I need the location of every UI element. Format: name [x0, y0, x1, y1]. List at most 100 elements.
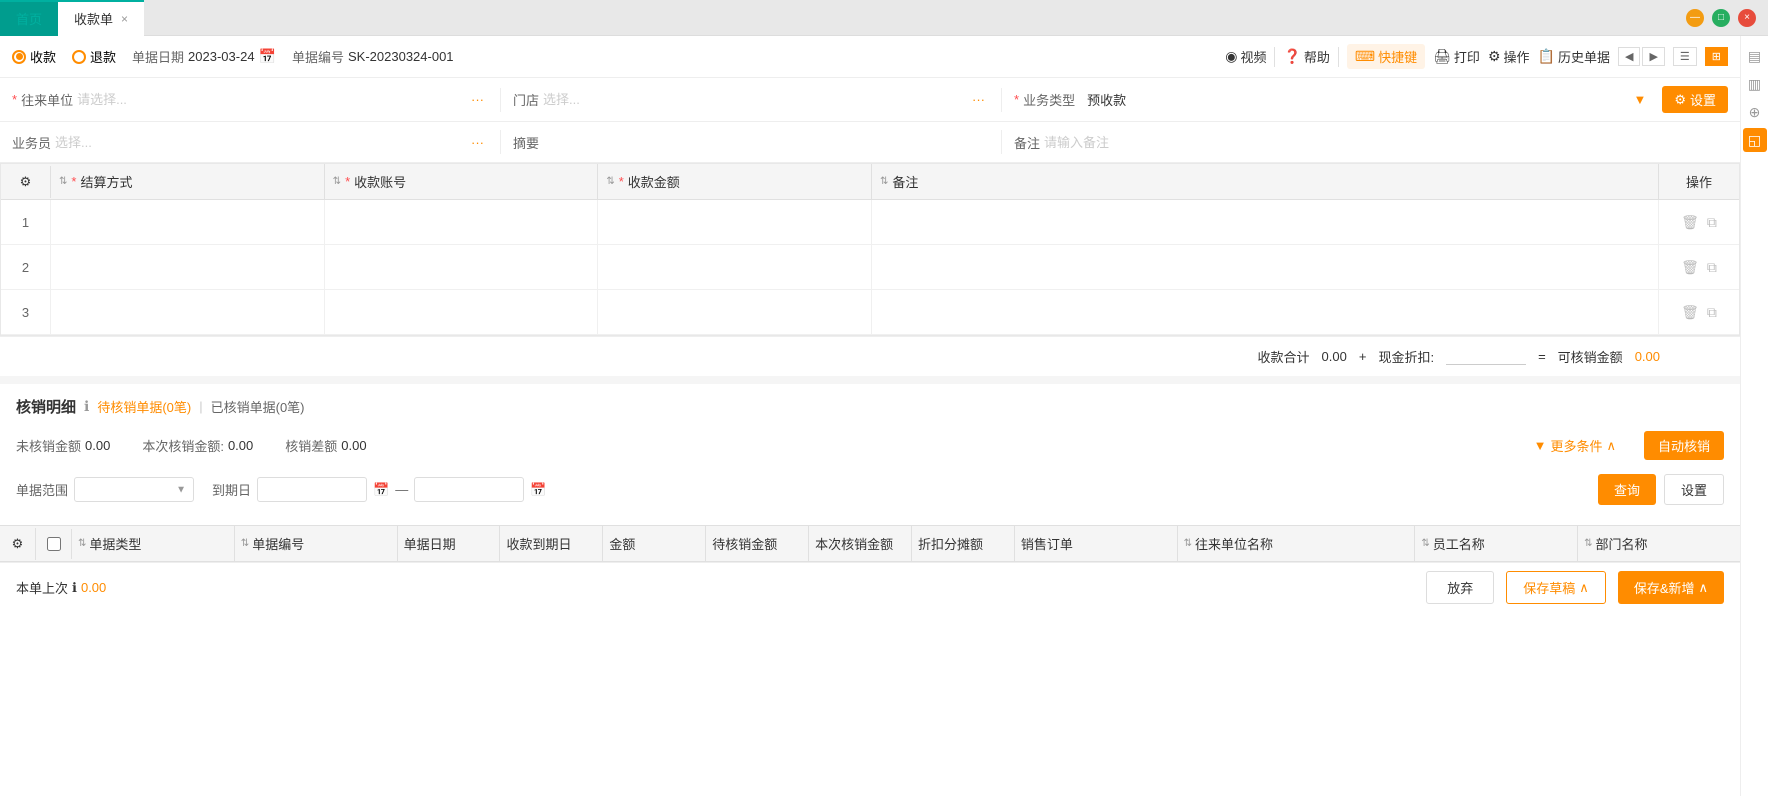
store-more-btn[interactable]: ···	[968, 92, 989, 107]
bill-range-select[interactable]	[74, 477, 194, 502]
row-2-settlement[interactable]	[51, 245, 325, 289]
bth-pending-label: 待核销金额	[712, 534, 777, 553]
date-to-input[interactable]: 2022-04-12	[414, 477, 524, 502]
operation-button[interactable]: ⚙ 操作	[1488, 47, 1530, 66]
row-3-remark[interactable]	[872, 290, 1659, 334]
minimize-button[interactable]: —	[1686, 9, 1704, 27]
discount-input[interactable]	[1446, 349, 1526, 365]
bth-sales-order: 销售订单	[1015, 526, 1178, 561]
bth-sales-order-label: 销售订单	[1021, 534, 1073, 553]
help-button[interactable]: ❓ 帮助	[1283, 47, 1329, 66]
sort-icon-amount: ⇅	[606, 176, 614, 187]
sidebar-expand-icon[interactable]: ◱	[1743, 128, 1767, 152]
maximize-button[interactable]: □	[1712, 9, 1730, 27]
tab-home[interactable]: 首页	[0, 0, 58, 36]
counterpart-input[interactable]	[77, 92, 463, 107]
next-arrow[interactable]: ▶	[1642, 47, 1664, 66]
table-row: 3 🗑 ⧉	[1, 290, 1739, 335]
close-button[interactable]: ×	[1738, 9, 1756, 27]
fd4	[1001, 130, 1002, 154]
salesperson-input[interactable]	[55, 135, 463, 150]
remarks-input[interactable]	[1044, 135, 1728, 150]
row-2-amount[interactable]	[598, 245, 872, 289]
summary-input[interactable]	[543, 135, 989, 150]
row-3-op: 🗑 ⧉	[1659, 290, 1739, 334]
video-button[interactable]: ◉ 视频	[1225, 47, 1266, 66]
row-1-remark[interactable]	[872, 200, 1659, 244]
total-value: 0.00	[1322, 349, 1347, 364]
biz-type-settings-btn[interactable]: ⚙ 设置	[1662, 86, 1728, 113]
th-remark: ⇅ 备注	[872, 164, 1659, 199]
grid-icon[interactable]: ⊞	[1705, 47, 1728, 66]
settings-label: 设置	[1690, 90, 1716, 109]
bth-employee-label: 员工名称	[1433, 534, 1485, 553]
salesperson-more-btn[interactable]: ···	[467, 135, 488, 150]
query-button[interactable]: 查询	[1598, 474, 1656, 505]
row-1-account[interactable]	[325, 200, 599, 244]
row-1-amount[interactable]	[598, 200, 872, 244]
row-3-account[interactable]	[325, 290, 599, 334]
operation-icon: ⚙	[1488, 48, 1501, 65]
done-tab[interactable]: 已核销单据(0笔)	[211, 397, 305, 416]
select-all-checkbox[interactable]	[47, 537, 61, 551]
summary-field: 摘要	[513, 133, 989, 152]
bth-settings[interactable]: ⚙	[0, 528, 36, 560]
pending-tab[interactable]: 待核销单据(0笔)	[97, 397, 191, 416]
footer-info: 本单上次 ℹ 0.00	[16, 578, 106, 597]
layout-icon[interactable]: ☰	[1673, 47, 1697, 66]
shortcut-icon: ⌨	[1355, 48, 1375, 65]
settings-button[interactable]: 设置	[1664, 474, 1724, 505]
store-label: 门店	[513, 90, 539, 109]
clearance-info-icon[interactable]: ℹ	[84, 398, 89, 415]
biz-type-dropdown[interactable]: ▼	[1629, 92, 1650, 107]
row-1-settlement[interactable]	[51, 200, 325, 244]
date-to-calendar-icon[interactable]: 📅	[530, 482, 546, 498]
sidebar-attach-icon[interactable]: ⊕	[1743, 100, 1767, 124]
row-1-delete-icon[interactable]: 🗑	[1681, 214, 1699, 231]
row-2-copy-icon[interactable]: ⧉	[1707, 259, 1717, 276]
row-3-delete-icon[interactable]: 🗑	[1681, 304, 1699, 321]
prev-arrow[interactable]: ◀	[1618, 47, 1640, 66]
date-dash: —	[395, 482, 408, 497]
tab-separator: |	[199, 399, 202, 414]
th-amount-label: 收款金额	[628, 172, 680, 191]
biz-type-field: * 业务类型 预收款 ▼ ⚙ 设置	[1014, 86, 1728, 113]
row-2-account[interactable]	[325, 245, 599, 289]
shortcut-button[interactable]: ⌨ 快捷键	[1347, 44, 1425, 69]
row-1-copy-icon[interactable]: ⧉	[1707, 214, 1717, 231]
bill-date-field: 单据日期 2023-03-24 📅	[132, 47, 276, 66]
receipt-radio[interactable]: 收款	[12, 47, 56, 66]
section-divider	[0, 376, 1740, 384]
page-footer: 本单上次 ℹ 0.00 放弃 保存草稿 ∧ 保存&新增 ∧	[0, 562, 1740, 612]
th-op-label: 操作	[1686, 172, 1712, 191]
abandon-button[interactable]: 放弃	[1426, 571, 1494, 604]
print-button[interactable]: 🖨 打印	[1433, 47, 1480, 66]
save-draft-button[interactable]: 保存草稿 ∧	[1506, 571, 1606, 604]
row-2-remark[interactable]	[872, 245, 1659, 289]
th-settings[interactable]: ⚙	[1, 166, 51, 198]
row-2-delete-icon[interactable]: 🗑	[1681, 259, 1699, 276]
video-icon: ◉	[1225, 48, 1237, 65]
save-new-button[interactable]: 保存&新增 ∧	[1618, 571, 1724, 604]
bth-no-label: 单据编号	[252, 534, 304, 553]
tab-close-icon[interactable]: ×	[121, 12, 128, 26]
more-conditions-btn[interactable]: ▼ 更多条件 ∧	[1534, 436, 1616, 455]
sidebar-table-icon[interactable]: ▤	[1743, 44, 1767, 68]
refund-radio[interactable]: 退款	[72, 47, 116, 66]
date-from-calendar-icon[interactable]: 📅	[373, 482, 389, 498]
row-3-copy-icon[interactable]: ⧉	[1707, 304, 1717, 321]
equals-sign: =	[1538, 349, 1546, 364]
store-input[interactable]	[543, 92, 964, 107]
date-calendar-icon[interactable]: 📅	[259, 48, 276, 65]
counterpart-more-btn[interactable]: ···	[467, 92, 488, 107]
history-button[interactable]: 📋 历史单据	[1538, 47, 1610, 66]
row-3-settlement[interactable]	[51, 290, 325, 334]
tab-receipt[interactable]: 收款单 ×	[58, 0, 144, 36]
sidebar-list-icon[interactable]: ▥	[1743, 72, 1767, 96]
row-1-op: 🗑 ⧉	[1659, 200, 1739, 244]
auto-clearance-button[interactable]: 自动核销	[1644, 431, 1724, 460]
sort-dept: ⇅	[1584, 538, 1592, 549]
footer-info-icon[interactable]: ℹ	[72, 580, 77, 596]
row-3-amount[interactable]	[598, 290, 872, 334]
date-from-input[interactable]: 2022-04-01	[257, 477, 367, 502]
